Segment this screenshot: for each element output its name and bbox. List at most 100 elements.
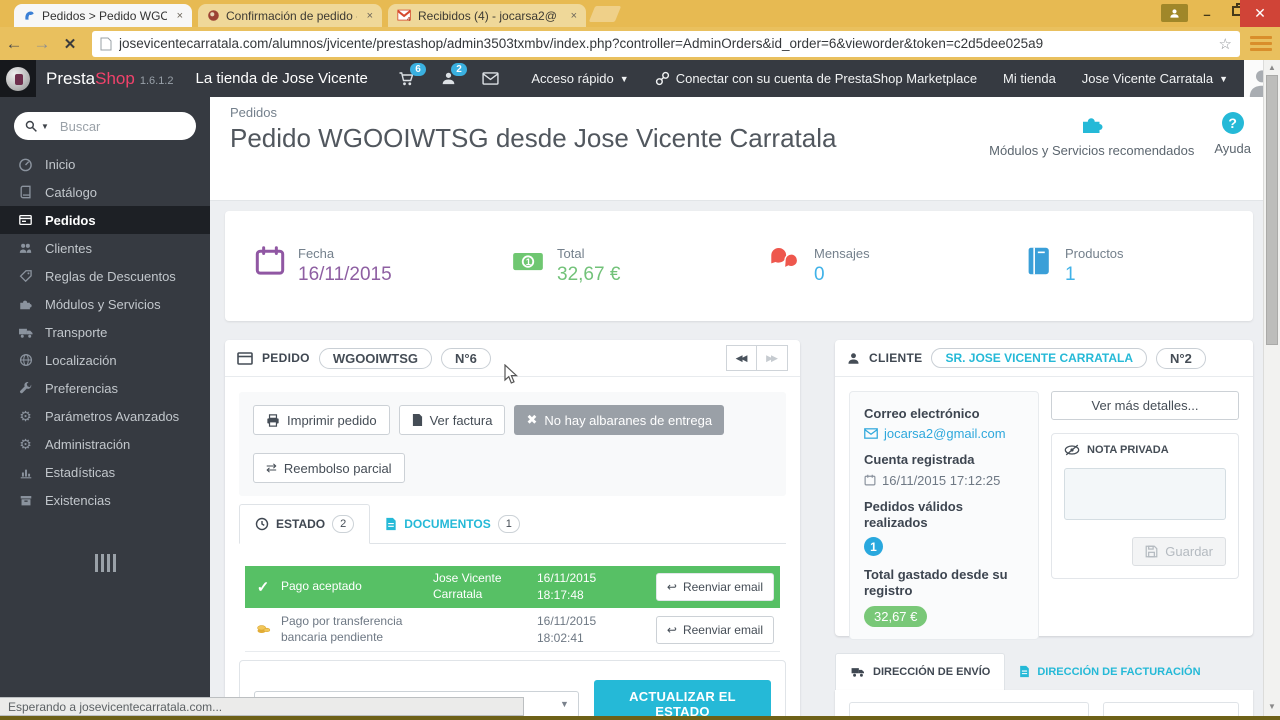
stat-value-productos: 1 (1065, 264, 1076, 285)
browser-menu-icon[interactable] (1250, 36, 1272, 51)
sidebar-item-inicio[interactable]: Inicio (0, 150, 210, 178)
recommended-modules-link[interactable]: Módulos y Servicios recomendados (989, 112, 1194, 158)
sidebar-item-parametros[interactable]: ⚙ Parámetros Avanzados (0, 402, 210, 430)
stat-fecha: Fecha 16/11/2015 (225, 246, 482, 286)
invoice-file-icon (412, 414, 422, 426)
page-icon (100, 37, 112, 50)
browser-profile-button[interactable] (1161, 4, 1188, 22)
orders-icon (17, 213, 34, 227)
url-bar[interactable]: josevicentecarratala.com/alumnos/jvicent… (92, 30, 1240, 57)
marketplace-link[interactable]: Conectar con su cuenta de PrestaShop Mar… (655, 71, 977, 86)
save-note-button[interactable]: Guardar (1132, 537, 1226, 566)
page-scrollbar[interactable]: ▲ ▼ (1263, 60, 1280, 716)
sidebar-item-transporte[interactable]: Transporte (0, 318, 210, 346)
cart-badge: 6 (410, 62, 426, 76)
sidebar-item-catalogo[interactable]: Catálogo (0, 178, 210, 206)
minimize-button[interactable]: – (1196, 2, 1218, 22)
sidebar-item-administracion[interactable]: ⚙ Administración (0, 430, 210, 458)
private-note-textarea[interactable] (1064, 468, 1226, 520)
prestashop-logo[interactable] (0, 60, 36, 97)
tab-estado[interactable]: ESTADO 2 (239, 504, 371, 544)
next-order-button[interactable]: ▶▶ (757, 345, 788, 371)
browser-tab-orders[interactable]: Pedidos > Pedido WGOOI × (14, 4, 192, 27)
sidebar-collapse-handle[interactable] (90, 554, 120, 572)
profile-icon (1170, 8, 1179, 18)
customer-notifications[interactable]: 2 (441, 63, 467, 86)
shop-name-link[interactable]: La tienda de Jose Vicente (195, 70, 367, 87)
reply-arrow-icon: ↩ (666, 622, 677, 637)
estado-count-badge: 2 (332, 515, 355, 533)
swap-arrows-icon: ⇄ (266, 460, 277, 475)
page-title: Pedido WGOOIWTSG desde Jose Vicente Carr… (230, 123, 837, 153)
scrollbar-thumb[interactable] (1266, 75, 1278, 345)
customer-email-link[interactable]: jocarsa2@gmail.com (864, 426, 1024, 441)
stat-mensajes: Mensajes 0 (739, 246, 996, 286)
floppy-icon (1145, 545, 1158, 558)
resend-email-button[interactable]: ↩ Reenviar email (655, 615, 774, 644)
url-text[interactable]: josevicentecarratala.com/alumnos/jvicent… (119, 36, 1212, 51)
catalog-icon (17, 185, 34, 199)
messages-notifications[interactable] (482, 72, 499, 85)
order-summary-card: Fecha 16/11/2015 1 Total 32,67 € Mensajes 0… (225, 211, 1253, 321)
bookmark-star-icon[interactable]: ☆ (1219, 35, 1232, 53)
puzzle-icon (17, 297, 34, 311)
stat-total: 1 Total 32,67 € (482, 246, 739, 286)
tab-title: Recibidos (4) - jocarsa2@ (418, 8, 557, 23)
browser-tab-gmail[interactable]: 4 Recibidos (4) - jocarsa2@ × (388, 4, 586, 27)
sidebar-item-preferencias[interactable]: Preferencias (0, 374, 210, 402)
products-book-icon (1028, 247, 1049, 275)
resend-email-button[interactable]: ↩ Reenviar email (655, 573, 774, 601)
sidebar-item-clientes[interactable]: Clientes (0, 234, 210, 262)
view-details-button[interactable]: Ver más detalles... (1051, 391, 1239, 420)
browser-tab-bar: Pedidos > Pedido WGOOI × Confirmación de… (0, 0, 1280, 27)
scroll-up-arrow-icon[interactable]: ▲ (1264, 63, 1280, 72)
valid-orders-badge: 1 (864, 537, 883, 556)
back-button[interactable]: ← (0, 34, 28, 54)
previous-order-button[interactable]: ◀◀ (726, 345, 757, 371)
sidebar-item-existencias[interactable]: Existencias (0, 486, 210, 514)
view-invoice-button[interactable]: Ver factura (398, 405, 506, 435)
store-favicon-icon (208, 10, 219, 21)
prestashop-mascot-icon (6, 66, 30, 91)
tab-direccion-facturacion[interactable]: DIRECCIÓN DE FACTURACIÓN (1005, 653, 1214, 690)
sidebar-item-localizacion[interactable]: Localización (0, 346, 210, 374)
calendar-small-icon (864, 474, 876, 486)
tab-documentos[interactable]: DOCUMENTOS 1 (370, 505, 535, 543)
stop-button[interactable]: ✕ (56, 35, 84, 53)
forward-button[interactable]: → (28, 34, 56, 54)
email-label: Correo electrónico (864, 406, 980, 421)
quick-access-menu[interactable]: Acceso rápido ▼ (531, 71, 628, 86)
sidebar-item-modulos[interactable]: Módulos y Servicios (0, 290, 210, 318)
sidebar-item-pedidos[interactable]: Pedidos (0, 206, 210, 234)
tab-direccion-envio[interactable]: DIRECCIÓN DE ENVÍO (835, 653, 1006, 690)
prestashop-header: PrestaShop 1.6.1.2 La tienda de Jose Vic… (0, 60, 1280, 97)
update-status-button[interactable]: ACTUALIZAR EL ESTADO (593, 680, 771, 720)
partial-refund-button[interactable]: ⇄ Reembolso parcial (253, 453, 405, 483)
order-reference-pill: WGOOIWTSG (318, 347, 433, 369)
customer-panel-title: CLIENTE (869, 351, 923, 365)
tab-close-icon[interactable]: × (177, 10, 183, 22)
link-icon (655, 71, 669, 86)
breadcrumb[interactable]: Pedidos (230, 105, 277, 120)
user-menu[interactable]: Jose Vicente Carratala ▼ (1082, 71, 1228, 86)
customer-name-pill[interactable]: SR. JOSE VICENTE CARRATALA (931, 348, 1148, 368)
new-tab-button[interactable] (588, 6, 622, 22)
sidebar-item-estadisticas[interactable]: Estadísticas (0, 458, 210, 486)
tab-title: Confirmación de pedido - (226, 8, 357, 23)
status-history-table: ✓ Pago aceptado Jose Vicente Carratala 1… (245, 566, 780, 652)
print-order-button[interactable]: Imprimir pedido (253, 405, 390, 435)
close-window-button[interactable]: ✕ (1240, 0, 1280, 27)
search-scope-caret-icon[interactable]: ▼ (41, 122, 49, 131)
scroll-down-arrow-icon[interactable]: ▼ (1264, 702, 1280, 711)
sidebar-item-descuentos[interactable]: Reglas de Descuentos (0, 262, 210, 290)
browser-tab-confirmation[interactable]: Confirmación de pedido - × (198, 4, 382, 27)
cart-notifications[interactable]: 6 (398, 62, 426, 87)
tab-close-icon[interactable]: × (367, 10, 373, 22)
sidebar-search[interactable]: ▼ (14, 112, 196, 140)
help-link[interactable]: ? Ayuda (1214, 112, 1251, 158)
search-input[interactable] (57, 117, 162, 135)
my-shop-link[interactable]: Mi tienda (1003, 71, 1056, 86)
brand-name: PrestaShop (46, 68, 135, 88)
tab-close-icon[interactable]: × (571, 10, 577, 22)
status-name: Pago aceptado (281, 579, 362, 594)
